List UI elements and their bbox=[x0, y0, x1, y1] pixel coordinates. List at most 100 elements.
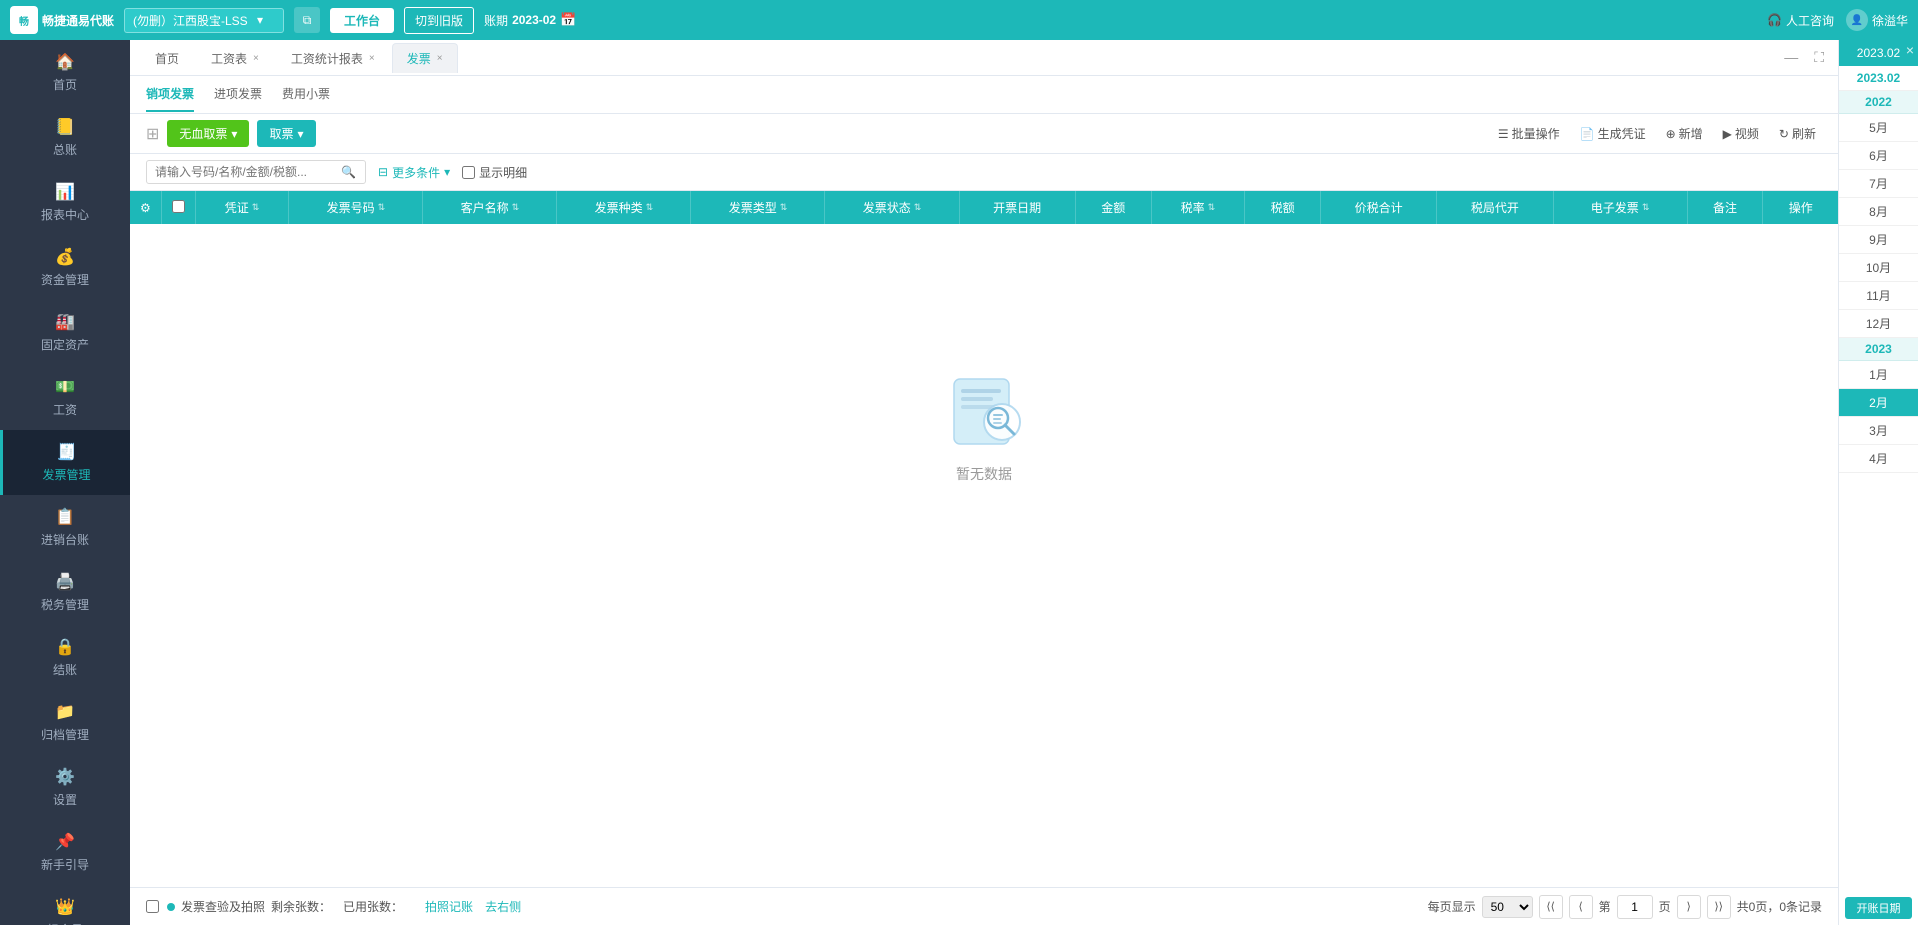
select-all-checkbox[interactable] bbox=[172, 200, 185, 213]
th-amount[interactable]: 金额 bbox=[1075, 191, 1151, 224]
sub-tab-purchase-invoice[interactable]: 进项发票 bbox=[214, 77, 262, 112]
sidebar-item-home[interactable]: 🏠 首页 bbox=[0, 40, 130, 105]
th-invoice-category[interactable]: 发票类型⇅ bbox=[691, 191, 825, 224]
date-month-jun[interactable]: 6月 bbox=[1839, 142, 1918, 170]
th-invoice-status[interactable]: 发票状态⇅ bbox=[825, 191, 959, 224]
per-page-select[interactable]: 50 100 200 bbox=[1482, 896, 1533, 918]
video-button[interactable]: ▶ 视频 bbox=[1717, 121, 1765, 146]
th-settings[interactable]: ⚙ bbox=[130, 191, 161, 224]
sidebar-item-label: 归档管理 bbox=[41, 726, 89, 743]
minimize-icon[interactable]: — bbox=[1780, 45, 1802, 70]
search-input[interactable] bbox=[155, 165, 335, 179]
sidebar-item-member[interactable]: 👑 畅会员 bbox=[0, 885, 130, 925]
sub-tab-expense[interactable]: 费用小票 bbox=[282, 77, 330, 112]
go-right-link[interactable]: 去右侧 bbox=[485, 898, 521, 915]
date-month-jan-2023[interactable]: 1月 bbox=[1839, 361, 1918, 389]
page-input[interactable] bbox=[1617, 895, 1653, 919]
sidebar-item-tax[interactable]: 🖨️ 税务管理 bbox=[0, 560, 130, 625]
per-page-label: 每页显示 bbox=[1428, 898, 1476, 915]
sub-tab-sales-invoice[interactable]: 销项发票 bbox=[146, 77, 194, 112]
new-button[interactable]: ⊕ 新增 bbox=[1660, 121, 1709, 146]
sidebar-item-archive[interactable]: 📁 归档管理 bbox=[0, 690, 130, 755]
support-button[interactable]: 🎧 人工咨询 bbox=[1767, 12, 1834, 29]
date-panel-close-icon[interactable]: × bbox=[1906, 42, 1914, 58]
more-conditions-label: 更多条件 bbox=[392, 164, 440, 181]
empty-text: 暂无数据 bbox=[956, 464, 1012, 484]
prev-page-button[interactable]: ⟨ bbox=[1569, 895, 1593, 919]
user-avatar[interactable]: 👤 徐溢华 bbox=[1846, 9, 1908, 31]
open-period-button[interactable]: 开账日期 bbox=[1845, 897, 1912, 919]
sidebar-item-invoices[interactable]: 🧾 发票管理 bbox=[0, 430, 130, 495]
date-month-apr-2023[interactable]: 4月 bbox=[1839, 445, 1918, 473]
date-month-oct[interactable]: 10月 bbox=[1839, 254, 1918, 282]
th-open-date[interactable]: 开票日期 bbox=[959, 191, 1075, 224]
tab-invoices[interactable]: 发票 × bbox=[392, 43, 458, 73]
date-month-mar-2023[interactable]: 3月 bbox=[1839, 417, 1918, 445]
company-selector[interactable]: (勿删）江西股宝-LSS ▾ bbox=[124, 8, 284, 33]
col-remarks-label: 备注 bbox=[1713, 201, 1737, 215]
switch-old-button[interactable]: 切到旧版 bbox=[404, 7, 474, 34]
sidebar-item-assets[interactable]: 🏭 固定资产 bbox=[0, 300, 130, 365]
tab-invoices-close[interactable]: × bbox=[437, 53, 443, 64]
sidebar-item-funds[interactable]: 💰 资金管理 bbox=[0, 235, 130, 300]
col-open-date-label: 开票日期 bbox=[993, 201, 1041, 215]
sidebar-item-guide[interactable]: 📌 新手引导 bbox=[0, 820, 130, 885]
more-conditions-button[interactable]: ⊟ 更多条件 ▾ bbox=[378, 164, 450, 181]
add-account-link[interactable]: 拍照记账 bbox=[425, 898, 473, 915]
sidebar-item-settings[interactable]: ⚙️ 设置 bbox=[0, 755, 130, 820]
th-tax[interactable]: 税额 bbox=[1245, 191, 1321, 224]
tab-home[interactable]: 首页 bbox=[140, 43, 194, 73]
date-month-sep[interactable]: 9月 bbox=[1839, 226, 1918, 254]
date-month-jul[interactable]: 7月 bbox=[1839, 170, 1918, 198]
refresh-button[interactable]: ↻ 刷新 bbox=[1773, 121, 1822, 146]
next-page-button[interactable]: ⟩ bbox=[1677, 895, 1701, 919]
th-remarks[interactable]: 备注 bbox=[1687, 191, 1763, 224]
verify-dot bbox=[167, 903, 175, 911]
th-tax-total[interactable]: 价税合计 bbox=[1321, 191, 1437, 224]
last-page-button[interactable]: ⟩⟩ bbox=[1707, 895, 1731, 919]
date-month-aug[interactable]: 8月 bbox=[1839, 198, 1918, 226]
show-detail-checkbox-wrap[interactable]: 显示明细 bbox=[462, 164, 527, 181]
sidebar-item-salary[interactable]: 💵 工资 bbox=[0, 365, 130, 430]
date-month-nov[interactable]: 11月 bbox=[1839, 282, 1918, 310]
date-month-dec[interactable]: 12月 bbox=[1839, 310, 1918, 338]
th-e-invoice[interactable]: 电子发票⇅ bbox=[1553, 191, 1687, 224]
th-voucher[interactable]: 凭证⇅ bbox=[195, 191, 289, 224]
th-invoice-type[interactable]: 发票种类⇅ bbox=[557, 191, 691, 224]
date-month-may[interactable]: 5月 bbox=[1839, 114, 1918, 142]
tab-salary-table[interactable]: 工资表 × bbox=[196, 43, 274, 73]
guide-icon: 📌 bbox=[55, 832, 75, 852]
th-checkbox[interactable] bbox=[161, 191, 195, 224]
sidebar-item-ledger[interactable]: 📒 总账 bbox=[0, 105, 130, 170]
no-cancel-fetch-button[interactable]: 无血取票 ▾ bbox=[167, 120, 249, 147]
tab-salary-table-close[interactable]: × bbox=[253, 53, 259, 64]
show-detail-checkbox[interactable] bbox=[462, 166, 475, 179]
date-panel-header[interactable]: 2023.02 × bbox=[1839, 40, 1918, 66]
th-tax-rate[interactable]: 税率⇅ bbox=[1151, 191, 1245, 224]
sidebar-item-close[interactable]: 🔒 结账 bbox=[0, 625, 130, 690]
batch-ops-button[interactable]: ☰ 批量操作 bbox=[1492, 121, 1566, 146]
column-settings-icon[interactable]: ⚙ bbox=[140, 201, 151, 215]
th-invoice-no[interactable]: 发票号码⇅ bbox=[289, 191, 423, 224]
first-page-button[interactable]: ⟨⟨ bbox=[1539, 895, 1563, 919]
th-client-name[interactable]: 客户名称⇅ bbox=[423, 191, 557, 224]
th-tax-code[interactable]: 税局代开 bbox=[1437, 191, 1553, 224]
copy-icon[interactable]: ⧉ bbox=[294, 7, 320, 33]
workbench-button[interactable]: 工作台 bbox=[330, 8, 394, 33]
th-operations[interactable]: 操作 bbox=[1763, 191, 1838, 224]
tab-home-label: 首页 bbox=[155, 50, 179, 67]
tab-salary-stat[interactable]: 工资统计报表 × bbox=[276, 43, 390, 73]
date-panel-period-row[interactable]: 2023.02 bbox=[1839, 66, 1918, 91]
app-logo: 畅 畅捷通易代账 bbox=[10, 6, 114, 34]
sidebar-item-label: 畅会员 bbox=[47, 921, 83, 925]
date-panel: 2023.02 × 2023.02 2022 5月 6月 7月 8月 9月 10… bbox=[1838, 40, 1918, 925]
date-panel-scroll[interactable]: 2022 5月 6月 7月 8月 9月 10月 11月 12月 2023 1月 … bbox=[1839, 91, 1918, 891]
verify-checkbox[interactable] bbox=[146, 900, 159, 913]
generate-voucher-button[interactable]: 📄 生成凭证 bbox=[1574, 121, 1652, 146]
tab-salary-stat-close[interactable]: × bbox=[369, 53, 375, 64]
fetch-button[interactable]: 取票 ▾ bbox=[257, 120, 315, 147]
sidebar-item-sales[interactable]: 📋 进销台账 bbox=[0, 495, 130, 560]
maximize-icon[interactable]: ⛶ bbox=[1810, 45, 1828, 70]
date-month-feb-2023[interactable]: 2月 bbox=[1839, 389, 1918, 417]
sidebar-item-reports[interactable]: 📊 报表中心 bbox=[0, 170, 130, 235]
